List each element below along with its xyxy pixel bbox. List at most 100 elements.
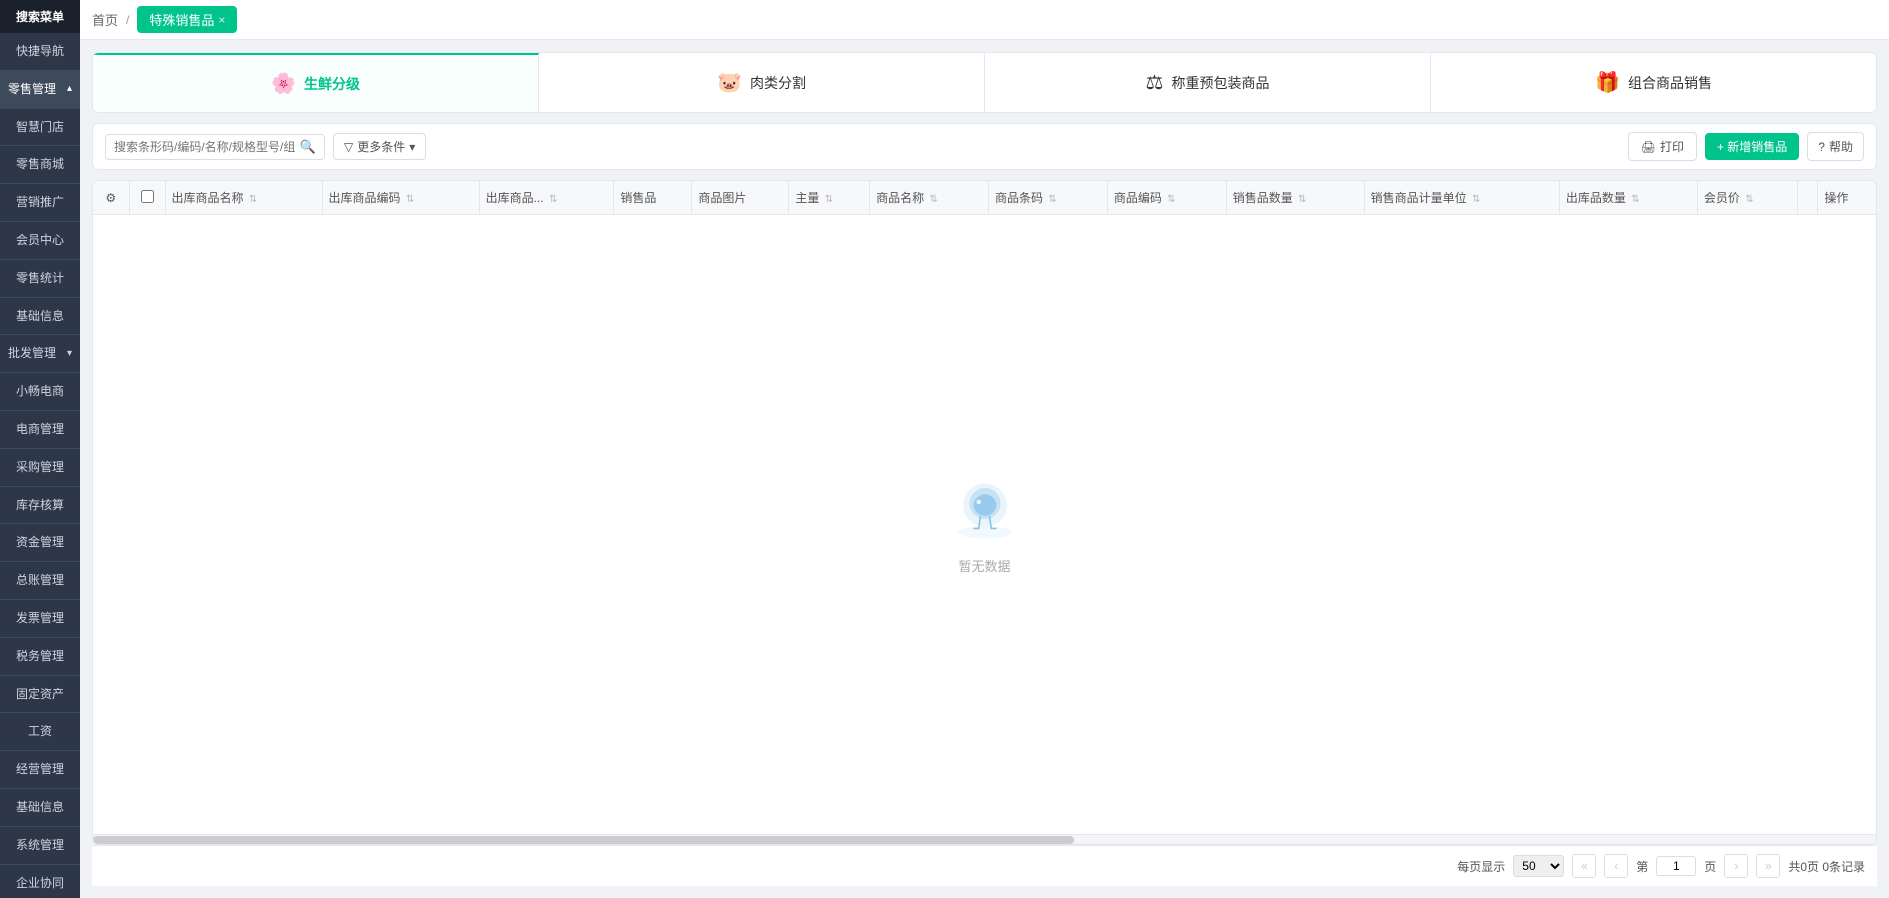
filter-button[interactable]: ▽ 更多条件 ▾ — [333, 133, 426, 160]
tab-close-button[interactable]: × — [218, 13, 225, 27]
sort-icon[interactable]: ⇅ — [1745, 194, 1753, 205]
content-area: 🌸 生鲜分级 🐷 肉类分割 ⚖ 称重预包装商品 🎁 组合商品销售 🔍 — [80, 40, 1889, 898]
pagination: 每页显示 50 10 20 100 « ‹ 第 页 › » 共0页 0条记录 — [92, 845, 1877, 886]
search-icon: 🔍 — [300, 139, 316, 155]
add-button[interactable]: + 新增销售品 — [1705, 133, 1799, 160]
sidebar-item-stock-check[interactable]: 库存核算 — [0, 487, 80, 525]
tab-fresh-grading[interactable]: 🌸 生鲜分级 — [93, 53, 539, 112]
tab-meat-cutting[interactable]: 🐷 肉类分割 — [539, 53, 985, 112]
tab-weight-prepack-label: 称重预包装商品 — [1171, 73, 1269, 93]
th-gear[interactable]: ⚙ — [93, 181, 129, 215]
sidebar: 搜索菜单 快捷导航 零售管理 ▴ 智慧门店 零售商城 营销推广 会员中心 零售统… — [0, 0, 80, 898]
th-out-name: 出库商品名称 ⇅ — [165, 181, 322, 215]
tab-combo-sales-label: 组合商品销售 — [1628, 73, 1712, 93]
sidebar-item-sales-promo[interactable]: 营销推广 — [0, 184, 80, 222]
search-input[interactable] — [114, 140, 296, 154]
search-box[interactable]: 🔍 — [105, 134, 325, 160]
sidebar-item-operation-mgmt[interactable]: 经营管理 — [0, 751, 80, 789]
help-button[interactable]: ? 帮助 — [1807, 132, 1864, 161]
sidebar-item-capital-mgmt[interactable]: 资金管理 — [0, 524, 80, 562]
th-sale-unit-label: 销售商品计量单位 — [1371, 191, 1467, 205]
th-barcode: 商品条码 ⇅ — [988, 181, 1107, 215]
topbar: 首页 / 特殊销售品 × — [80, 0, 1889, 40]
breadcrumb-home[interactable]: 首页 — [92, 10, 118, 29]
sidebar-item-quick-nav[interactable]: 快捷导航 — [0, 33, 80, 71]
sort-icon[interactable]: ⇅ — [549, 194, 557, 205]
sidebar-item-batch-mgmt[interactable]: 批发管理 ▾ — [0, 335, 80, 373]
th-main-weight: 主量 ⇅ — [789, 181, 870, 215]
sort-icon[interactable]: ⇅ — [1298, 194, 1306, 205]
th-product-name: 商品名称 ⇅ — [870, 181, 989, 215]
last-page-button[interactable]: » — [1756, 854, 1780, 878]
sidebar-label: 电商管理 — [16, 421, 64, 438]
th-out-unit-label: 出库商品... — [486, 191, 544, 205]
th-sale-unit: 销售商品计量单位 ⇅ — [1364, 181, 1559, 215]
per-page-select[interactable]: 50 10 20 100 — [1513, 855, 1564, 877]
tab-weight-prepack[interactable]: ⚖ 称重预包装商品 — [985, 53, 1431, 112]
next-page-button[interactable]: › — [1724, 854, 1748, 878]
sidebar-item-retail-mgmt[interactable]: 零售管理 ▴ — [0, 71, 80, 109]
sidebar-item-member-center[interactable]: 会员中心 — [0, 222, 80, 260]
sidebar-label: 资金管理 — [16, 534, 64, 551]
th-out-qty: 出库品数量 ⇅ — [1559, 181, 1697, 215]
sidebar-item-invoice-mgmt[interactable]: 发票管理 — [0, 600, 80, 638]
sidebar-item-retail-mall[interactable]: 零售商城 — [0, 146, 80, 184]
th-out-qty-label: 出库品数量 — [1566, 191, 1626, 205]
sidebar-item-tax-mgmt[interactable]: 税务管理 — [0, 638, 80, 676]
print-button[interactable]: 🖨 打印 — [1628, 132, 1697, 161]
sort-icon[interactable]: ⇅ — [1048, 194, 1056, 205]
add-label: + 新增销售品 — [1717, 138, 1787, 155]
main-area: 首页 / 特殊销售品 × 🌸 生鲜分级 🐷 肉类分割 ⚖ 称重预包装商品 🎁 — [80, 0, 1889, 898]
sidebar-logo[interactable]: 搜索菜单 — [0, 0, 80, 33]
horizontal-scrollbar[interactable] — [93, 834, 1876, 844]
sidebar-item-smart-store[interactable]: 智慧门店 — [0, 109, 80, 147]
empty-text: 暂无数据 — [958, 556, 1010, 575]
empty-state: 暂无数据 — [93, 215, 1876, 834]
sidebar-label: 小畅电商 — [16, 383, 64, 400]
tab-label: 特殊销售品 — [149, 10, 214, 29]
th-out-code-label: 出库商品编码 — [329, 191, 401, 205]
tab-combo-sales[interactable]: 🎁 组合商品销售 — [1431, 53, 1876, 112]
sidebar-item-purchase-mgmt[interactable]: 采购管理 — [0, 449, 80, 487]
sort-icon[interactable]: ⇅ — [1472, 194, 1480, 205]
sort-icon[interactable]: ⇅ — [406, 194, 414, 205]
sidebar-label: 快捷导航 — [16, 43, 64, 60]
sort-icon[interactable]: ⇅ — [1631, 194, 1639, 205]
sidebar-item-mini-ecom[interactable]: 小畅电商 — [0, 373, 80, 411]
sidebar-label: 智慧门店 — [16, 119, 64, 136]
sort-icon[interactable]: ⇅ — [1167, 194, 1175, 205]
th-sale-product: 销售品 — [614, 181, 692, 215]
sidebar-item-enterprise-agreement[interactable]: 企业协同 — [0, 865, 80, 898]
sort-icon[interactable]: ⇅ — [249, 194, 257, 205]
th-sale-qty: 销售品数量 ⇅ — [1226, 181, 1364, 215]
breadcrumb-separator: / — [126, 13, 129, 27]
combo-sales-icon: 🎁 — [1595, 70, 1620, 95]
chevron-icon: ▴ — [67, 82, 72, 96]
th-member-price: 会员价 ⇅ — [1697, 181, 1797, 215]
sidebar-item-basic-info[interactable]: 基础信息 — [0, 298, 80, 336]
th-checkbox[interactable] — [129, 181, 165, 215]
chevron-icon: ▾ — [67, 347, 72, 361]
sidebar-item-basic-info2[interactable]: 基础信息 — [0, 789, 80, 827]
sidebar-item-system-mgmt[interactable]: 系统管理 — [0, 827, 80, 865]
print-icon: 🖨 — [1641, 140, 1656, 154]
sidebar-item-payroll[interactable]: 工资 — [0, 713, 80, 751]
first-page-button[interactable]: « — [1572, 854, 1596, 878]
prev-page-button[interactable]: ‹ — [1604, 854, 1628, 878]
sidebar-item-retail-stats[interactable]: 零售统计 — [0, 260, 80, 298]
sidebar-item-fixed-asset[interactable]: 固定资产 — [0, 676, 80, 714]
page-suffix: 页 — [1704, 858, 1716, 875]
table-container: ⚙ 出库商品名称 ⇅ 出库商品编码 ⇅ 出库商品... ⇅ — [92, 180, 1877, 845]
sidebar-label: 总账管理 — [16, 572, 64, 589]
scroll-thumb[interactable] — [93, 836, 1074, 844]
sidebar-label: 会员中心 — [16, 232, 64, 249]
active-tab[interactable]: 特殊销售品 × — [137, 6, 237, 33]
filter-arrow-icon: ▾ — [409, 140, 415, 154]
sidebar-item-ecom-mgmt[interactable]: 电商管理 — [0, 411, 80, 449]
th-main-weight-label: 主量 — [795, 191, 819, 205]
page-input[interactable] — [1656, 856, 1696, 876]
sort-icon[interactable]: ⇅ — [929, 194, 937, 205]
select-all-checkbox[interactable] — [141, 190, 154, 203]
sidebar-item-general-mgmt[interactable]: 总账管理 — [0, 562, 80, 600]
sort-icon[interactable]: ⇅ — [825, 194, 833, 205]
